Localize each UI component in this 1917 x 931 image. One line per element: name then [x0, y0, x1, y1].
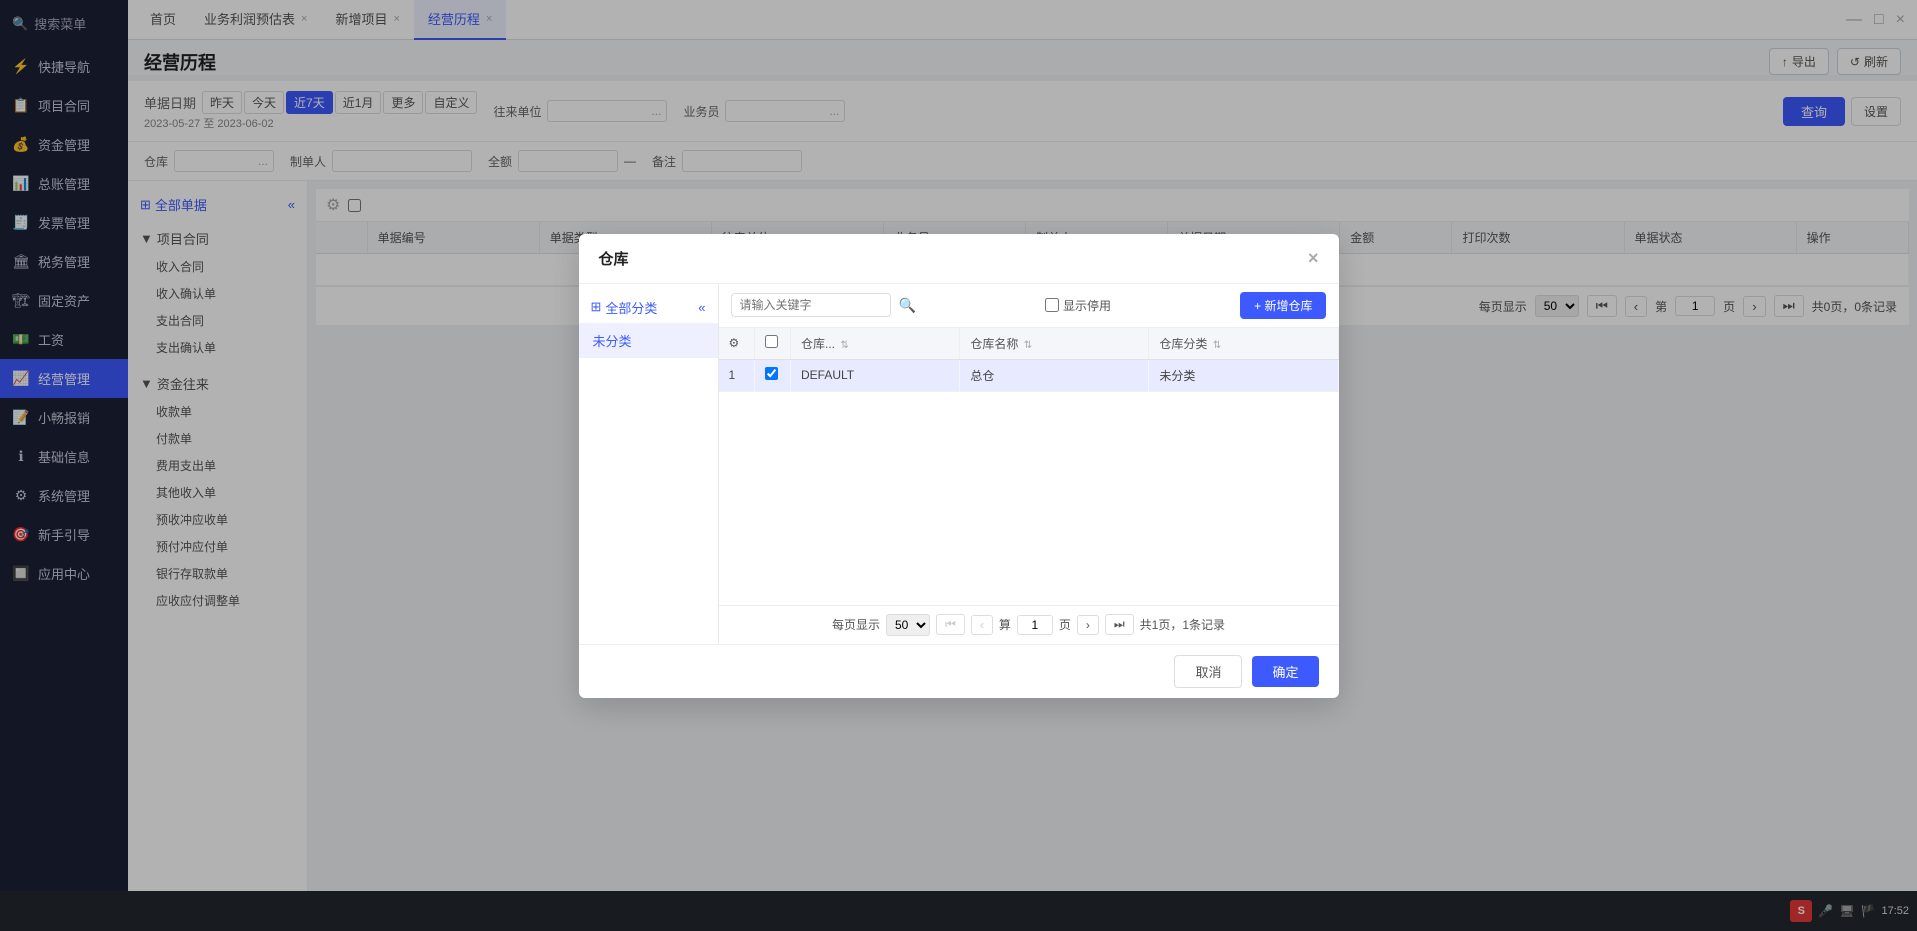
modal-cell-code: DEFAULT	[791, 359, 960, 391]
modal-page-input[interactable]	[1017, 615, 1053, 635]
modal-table-header-row: ⚙ 仓库... ⇅ 仓库名称	[719, 328, 1339, 360]
modal-page-label: 算	[999, 616, 1011, 633]
modal-cell-name: 总仓	[960, 359, 1149, 391]
modal-cancel-button[interactable]: 取消	[1174, 655, 1242, 688]
modal-confirm-button[interactable]: 确定	[1252, 656, 1318, 687]
modal-pagination-total: 共1页，1条记录	[1140, 616, 1225, 633]
modal-per-page-label: 每页显示	[832, 616, 880, 633]
modal-col-name-label: 仓库名称	[970, 337, 1018, 351]
modal-last-page-btn[interactable]: ⏭	[1105, 614, 1134, 635]
add-warehouse-button[interactable]: + 新增仓库	[1240, 292, 1326, 319]
modal-search-icon[interactable]: 🔍	[899, 297, 916, 314]
modal-col-settings[interactable]: ⚙	[719, 328, 755, 360]
modal-toolbar: 🔍 显示停用 + 新增仓库	[719, 284, 1339, 328]
modal-search-input[interactable]	[731, 293, 891, 317]
modal-table-wrap: ⚙ 仓库... ⇅ 仓库名称	[719, 328, 1339, 605]
settings-icon-modal: ⚙	[729, 336, 740, 350]
modal-col-name[interactable]: 仓库名称 ⇅	[960, 328, 1149, 360]
modal-show-disabled-wrap: 显示停用	[1045, 297, 1111, 314]
modal-table-row[interactable]: 1 DEFAULT 总仓 未分类	[719, 359, 1339, 391]
modal-page-suffix: 页	[1059, 616, 1071, 633]
modal-cell-checkbox[interactable]	[755, 359, 791, 391]
show-disabled-label: 显示停用	[1063, 297, 1111, 314]
modal-title: 仓库	[599, 248, 629, 269]
modal-col-code-label: 仓库...	[801, 337, 835, 351]
sort-icon-code: ⇅	[840, 340, 848, 351]
modal-next-page-btn[interactable]: ›	[1077, 615, 1099, 635]
modal-close-button[interactable]: ×	[1308, 249, 1319, 267]
modal-pagination: 每页显示 50 ⏮ ‹ 算 页 › ⏭ 共1页，1条记录	[719, 605, 1339, 644]
modal-row-checkbox[interactable]	[765, 367, 778, 380]
grid-icon-modal: ⊞	[591, 299, 602, 315]
modal-footer: 取消 确定	[579, 644, 1339, 698]
show-disabled-checkbox[interactable]	[1045, 298, 1059, 312]
modal-col-code[interactable]: 仓库... ⇅	[791, 328, 960, 360]
modal-col-category-label: 仓库分类	[1159, 337, 1207, 351]
modal-cell-category: 未分类	[1149, 359, 1338, 391]
modal-left-item-uncategorized[interactable]: 未分类	[579, 323, 718, 358]
modal-col-checkbox[interactable]	[755, 328, 791, 360]
modal-search-wrap: 🔍	[731, 293, 916, 317]
modal-col-category[interactable]: 仓库分类 ⇅	[1149, 328, 1338, 360]
modal-left-header[interactable]: ⊞ 全部分类 «	[579, 292, 718, 323]
modal-table: ⚙ 仓库... ⇅ 仓库名称	[719, 328, 1339, 392]
sort-icon-name: ⇅	[1024, 340, 1032, 351]
modal-cell-num: 1	[719, 359, 755, 391]
sort-icon-category: ⇅	[1213, 340, 1221, 351]
modal-prev-page-btn[interactable]: ‹	[971, 615, 993, 635]
modal-overlay: 仓库 × ⊞ 全部分类 « 未分类	[0, 0, 1917, 931]
modal-left-item-label: 未分类	[593, 334, 632, 349]
modal-per-page-select[interactable]: 50	[886, 614, 930, 636]
modal-left-all-label: 全部分类	[605, 298, 657, 317]
modal-header: 仓库 ×	[579, 234, 1339, 284]
modal-first-page-btn[interactable]: ⏮	[936, 614, 965, 635]
modal-left-collapse-icon[interactable]: «	[698, 300, 705, 315]
modal-left-panel: ⊞ 全部分类 « 未分类	[579, 284, 719, 644]
modal-right-panel: 🔍 显示停用 + 新增仓库 ⚙	[719, 284, 1339, 644]
warehouse-modal: 仓库 × ⊞ 全部分类 « 未分类	[579, 234, 1339, 698]
modal-body: ⊞ 全部分类 « 未分类 🔍	[579, 284, 1339, 644]
modal-select-all-checkbox[interactable]	[765, 335, 778, 348]
